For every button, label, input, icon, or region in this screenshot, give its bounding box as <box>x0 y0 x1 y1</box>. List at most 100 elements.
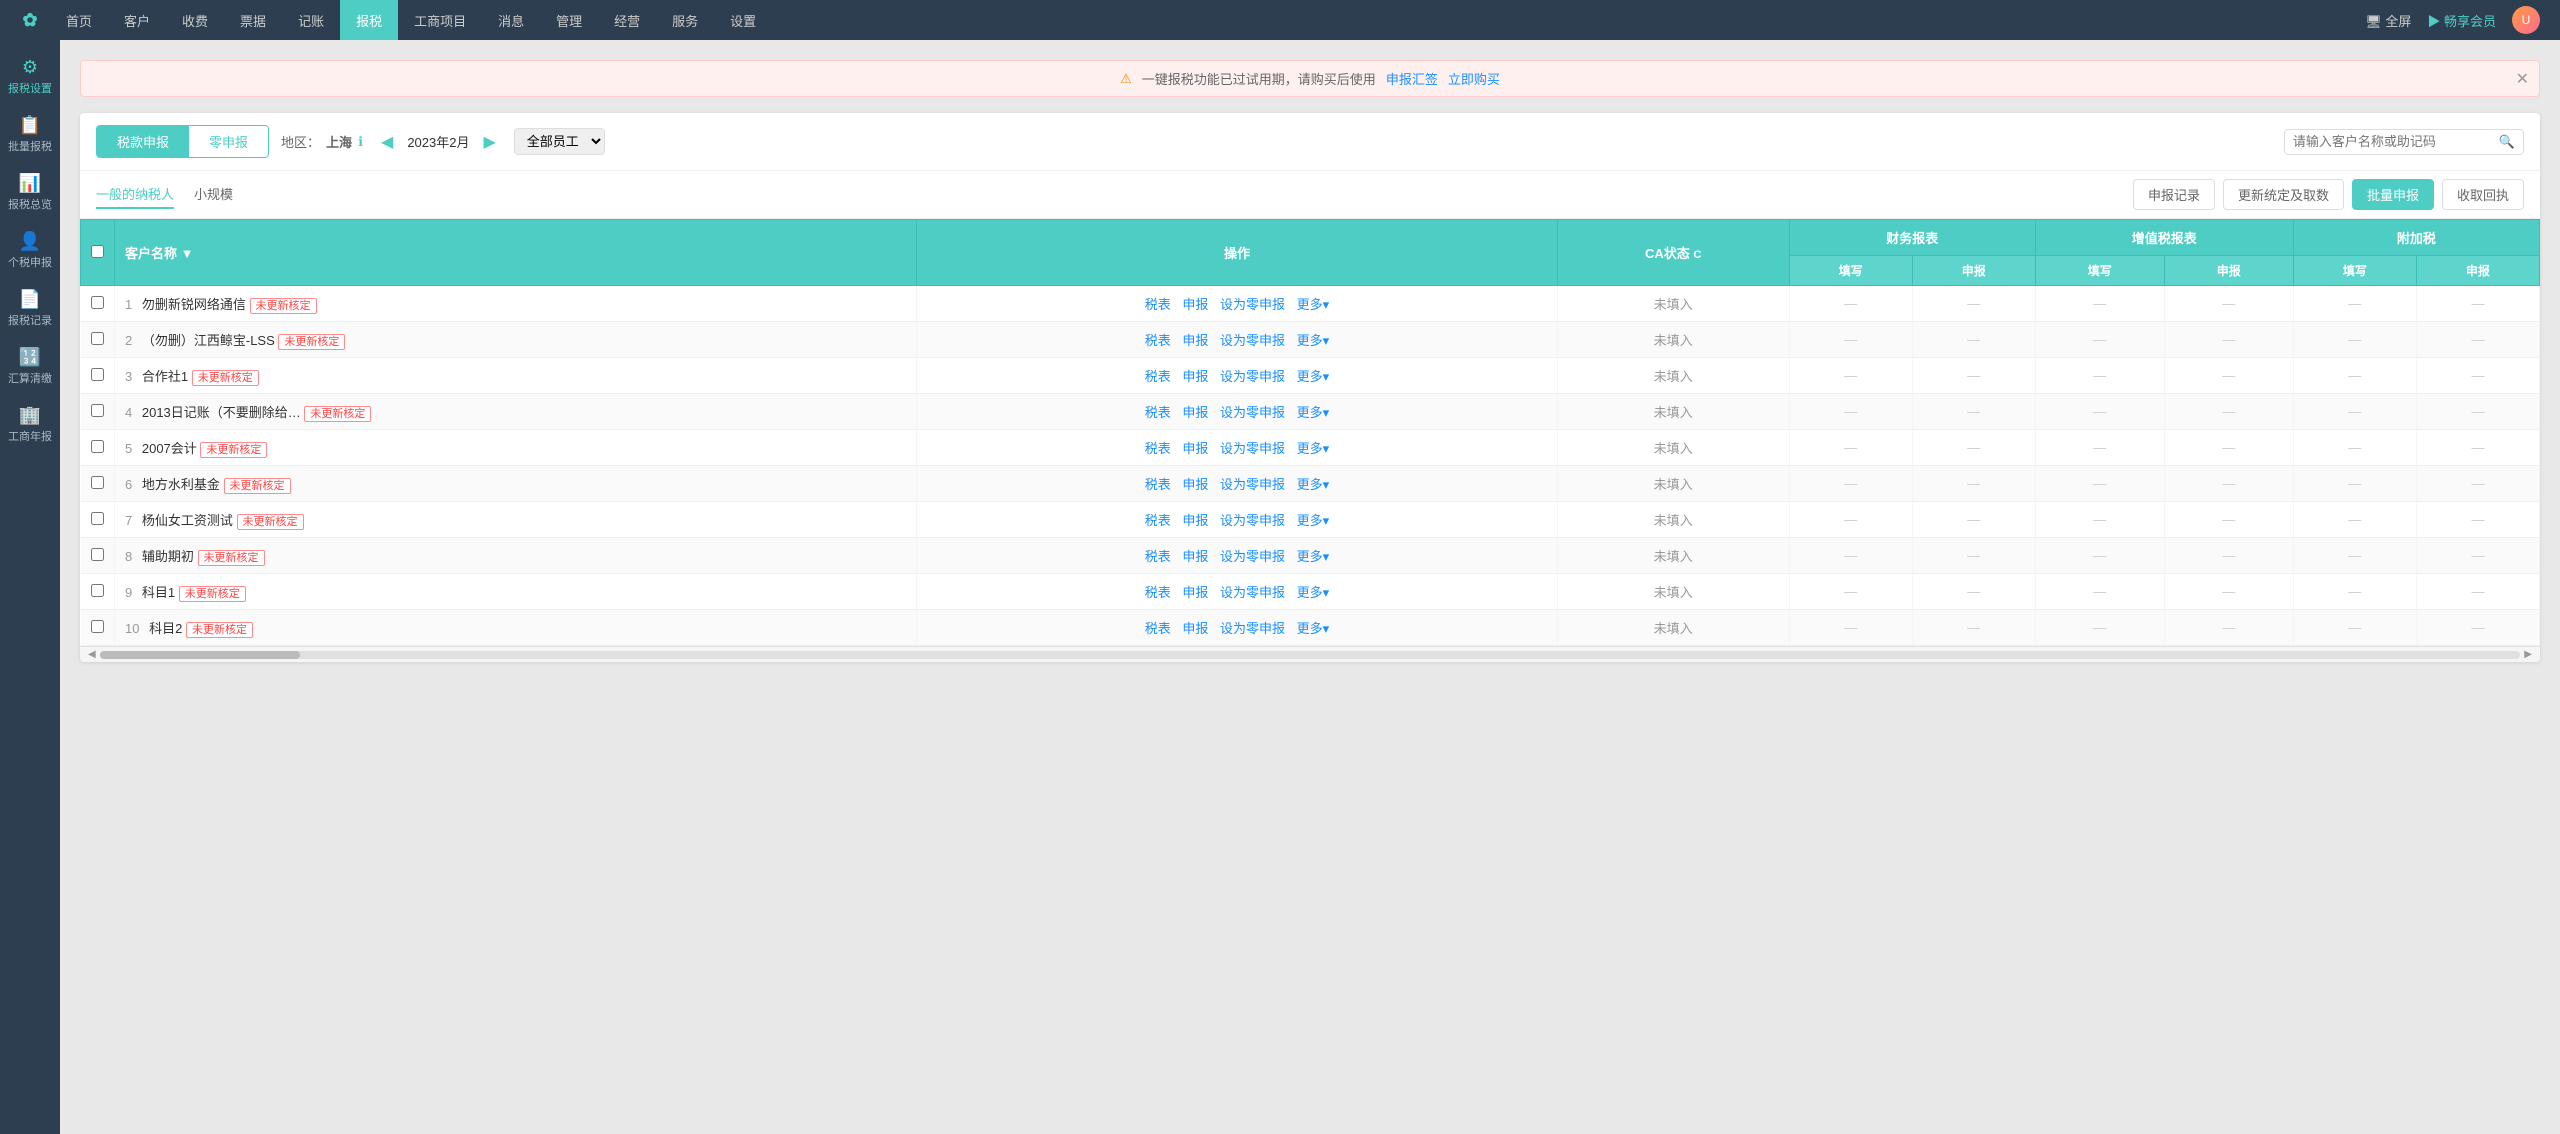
op-more[interactable]: 更多▾ <box>1293 546 1334 565</box>
nav-billing[interactable]: 收费 <box>166 0 224 40</box>
select-all-checkbox[interactable] <box>91 245 104 258</box>
nav-operation[interactable]: 经营 <box>598 0 656 40</box>
op-more[interactable]: 更多▾ <box>1293 330 1334 349</box>
nav-bookkeeping[interactable]: 记账 <box>282 0 340 40</box>
op-declare[interactable]: 申报 <box>1178 366 1212 385</box>
op-declare[interactable]: 申报 <box>1178 582 1212 601</box>
row-checkbox-7[interactable] <box>81 538 115 574</box>
row-checkbox[interactable] <box>91 620 104 633</box>
op-declare[interactable]: 申报 <box>1178 510 1212 529</box>
sidebar-item-tax-overview[interactable]: 📊 报税总览 <box>2 166 58 220</box>
op-zero-declare[interactable]: 设为零申报 <box>1216 366 1289 385</box>
row-checkbox-3[interactable] <box>81 394 115 430</box>
op-declare[interactable]: 申报 <box>1178 546 1212 565</box>
sort-icon[interactable]: ▼ <box>181 246 194 261</box>
row-checkbox-1[interactable] <box>81 322 115 358</box>
row-checkbox-5[interactable] <box>81 466 115 502</box>
search-icon[interactable]: 🔍 <box>2499 134 2515 150</box>
op-declare[interactable]: 申报 <box>1178 330 1212 349</box>
op-more[interactable]: 更多▾ <box>1293 474 1334 493</box>
banner-close-btn[interactable]: ✕ <box>2516 69 2529 89</box>
nav-business[interactable]: 工商项目 <box>398 0 482 40</box>
op-tax-table[interactable]: 税表 <box>1141 438 1175 457</box>
sidebar-item-calc-clear[interactable]: 🔢 汇算清缴 <box>2 340 58 394</box>
op-tax-table[interactable]: 税表 <box>1141 474 1175 493</box>
row-checkbox[interactable] <box>91 584 104 597</box>
nav-invoice[interactable]: 票据 <box>224 0 282 40</box>
op-zero-declare[interactable]: 设为零申报 <box>1216 294 1289 313</box>
banner-link-buy[interactable]: 立即购买 <box>1448 69 1500 88</box>
declare-record-btn[interactable]: 申报记录 <box>2133 179 2215 210</box>
fullscreen-btn[interactable]: 🖥 全屏 <box>2365 11 2411 30</box>
row-checkbox[interactable] <box>91 296 104 309</box>
op-declare[interactable]: 申报 <box>1178 294 1212 313</box>
nav-message[interactable]: 消息 <box>482 0 540 40</box>
op-tax-table[interactable]: 税表 <box>1141 618 1175 637</box>
op-tax-table[interactable]: 税表 <box>1141 510 1175 529</box>
row-checkbox[interactable] <box>91 476 104 489</box>
type-tab-small[interactable]: 小规模 <box>194 180 233 209</box>
op-more[interactable]: 更多▾ <box>1293 438 1334 457</box>
op-zero-declare[interactable]: 设为零申报 <box>1216 438 1289 457</box>
nav-service[interactable]: 服务 <box>656 0 714 40</box>
op-zero-declare[interactable]: 设为零申报 <box>1216 330 1289 349</box>
upgrade-btn[interactable]: ▶ 畅享会员 <box>2427 11 2496 30</box>
row-checkbox-0[interactable] <box>81 286 115 322</box>
row-checkbox[interactable] <box>91 548 104 561</box>
op-zero-declare[interactable]: 设为零申报 <box>1216 474 1289 493</box>
date-prev-btn[interactable]: ◀ <box>375 130 399 154</box>
op-tax-table[interactable]: 税表 <box>1141 546 1175 565</box>
row-checkbox[interactable] <box>91 332 104 345</box>
scroll-right-arrow[interactable]: ▶ <box>2520 649 2536 660</box>
scroll-thumb[interactable] <box>100 651 300 659</box>
nav-home[interactable]: 首页 <box>50 0 108 40</box>
sidebar-item-tax-settings[interactable]: ⚙ 报税设置 <box>2 50 58 104</box>
update-stats-btn[interactable]: 更新统定及取数 <box>2223 179 2344 210</box>
banner-link-report[interactable]: 申报汇签 <box>1386 69 1438 88</box>
horizontal-scrollbar[interactable]: ◀ ▶ <box>80 646 2540 662</box>
tab-tax-declare[interactable]: 税款申报 <box>97 126 189 157</box>
op-tax-table[interactable]: 税表 <box>1141 330 1175 349</box>
op-declare[interactable]: 申报 <box>1178 618 1212 637</box>
op-tax-table[interactable]: 税表 <box>1141 294 1175 313</box>
row-checkbox[interactable] <box>91 368 104 381</box>
row-checkbox[interactable] <box>91 512 104 525</box>
op-zero-declare[interactable]: 设为零申报 <box>1216 582 1289 601</box>
op-declare[interactable]: 申报 <box>1178 474 1212 493</box>
op-more[interactable]: 更多▾ <box>1293 402 1334 421</box>
avatar[interactable]: U <box>2512 6 2540 34</box>
collect-return-btn[interactable]: 收取回执 <box>2442 179 2524 210</box>
op-tax-table[interactable]: 税表 <box>1141 366 1175 385</box>
op-zero-declare[interactable]: 设为零申报 <box>1216 618 1289 637</box>
op-declare[interactable]: 申报 <box>1178 438 1212 457</box>
op-declare[interactable]: 申报 <box>1178 402 1212 421</box>
scroll-track[interactable] <box>100 651 2521 659</box>
nav-manage[interactable]: 管理 <box>540 0 598 40</box>
region-info-icon[interactable]: ℹ <box>358 134 363 150</box>
row-checkbox[interactable] <box>91 440 104 453</box>
row-checkbox-4[interactable] <box>81 430 115 466</box>
op-more[interactable]: 更多▾ <box>1293 294 1334 313</box>
row-checkbox-2[interactable] <box>81 358 115 394</box>
op-tax-table[interactable]: 税表 <box>1141 402 1175 421</box>
batch-declare-btn[interactable]: 批量申报 <box>2352 179 2434 210</box>
op-zero-declare[interactable]: 设为零申报 <box>1216 510 1289 529</box>
nav-customer[interactable]: 客户 <box>108 0 166 40</box>
op-zero-declare[interactable]: 设为零申报 <box>1216 402 1289 421</box>
op-more[interactable]: 更多▾ <box>1293 366 1334 385</box>
row-checkbox-8[interactable] <box>81 574 115 610</box>
op-more[interactable]: 更多▾ <box>1293 618 1334 637</box>
row-checkbox-9[interactable] <box>81 610 115 646</box>
row-checkbox-6[interactable] <box>81 502 115 538</box>
sidebar-item-tax-record[interactable]: 📄 报税记录 <box>2 282 58 336</box>
tab-zero-declare[interactable]: 零申报 <box>189 126 268 157</box>
op-more[interactable]: 更多▾ <box>1293 582 1334 601</box>
scroll-left-arrow[interactable]: ◀ <box>84 649 100 660</box>
sidebar-item-batch-tax[interactable]: 📋 批量报税 <box>2 108 58 162</box>
row-checkbox[interactable] <box>91 404 104 417</box>
sidebar-item-business-report[interactable]: 🏢 工商年报 <box>2 398 58 452</box>
nav-tax[interactable]: 报税 <box>340 0 398 40</box>
sidebar-item-personal-tax[interactable]: 👤 个税申报 <box>2 224 58 278</box>
type-tab-general[interactable]: 一般的纳税人 <box>96 180 174 209</box>
op-more[interactable]: 更多▾ <box>1293 510 1334 529</box>
